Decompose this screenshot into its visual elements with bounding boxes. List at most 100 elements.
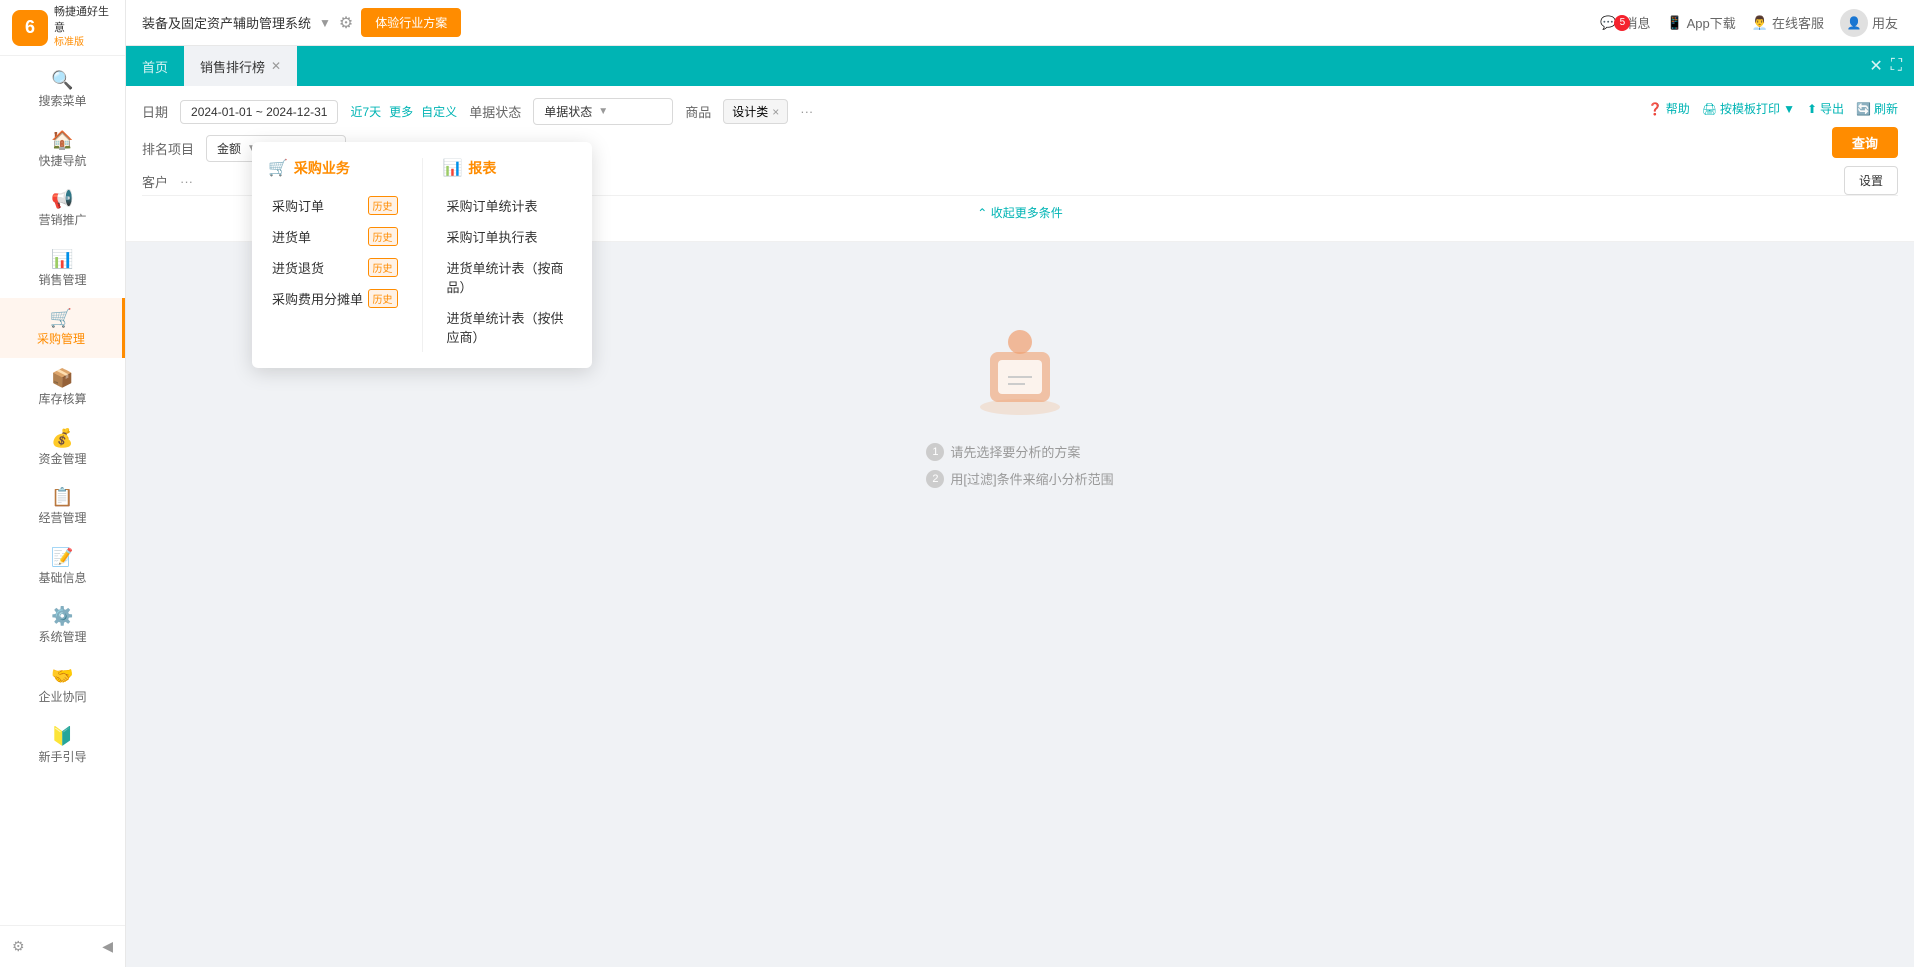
date-shortcut-custom[interactable]: 自定义: [421, 103, 457, 120]
basic-info-icon: 📝: [51, 547, 73, 568]
app-download-label: App下载: [1687, 13, 1736, 32]
export-icon: ⬆: [1807, 102, 1817, 116]
user-item[interactable]: 👤 用友: [1840, 9, 1898, 37]
sidebar: 6 畅捷通好生意 标准版 🔍 搜索菜单 🏠 快捷导航 📢 营销推广 📊: [0, 0, 126, 967]
sidebar-collapse-button[interactable]: ◀: [102, 938, 113, 955]
user-avatar: 👤: [1840, 9, 1868, 37]
date-shortcut-7days[interactable]: 近7天: [350, 103, 381, 120]
online-service-icon: 👨‍💼: [1752, 15, 1768, 31]
sidebar-item-finance[interactable]: 💰 资金管理: [0, 418, 125, 478]
collapse-label: 收起更多条件: [991, 206, 1063, 220]
tabbar-actions: ✕ ⛶: [1869, 56, 1914, 76]
history-badge-0: 历史: [368, 196, 398, 215]
online-service-item[interactable]: 👨‍💼 在线客服: [1752, 13, 1824, 32]
sidebar-settings-button[interactable]: ⚙: [12, 938, 25, 955]
sidebar-logo: 6 畅捷通好生意 标准版: [0, 0, 125, 56]
sidebar-item-basic-info[interactable]: 📝 基础信息: [0, 537, 125, 597]
dropdown-receipt-by-supplier[interactable]: 进货单统计表（按供应商）: [443, 302, 577, 352]
goods-tag-close[interactable]: ×: [772, 105, 779, 119]
logo-icon: 6: [12, 10, 48, 46]
filter-row-date: 日期 2024-01-01 ~ 2024-12-31 近7天 更多 自定义 单据…: [142, 98, 1636, 125]
topbar-title: 装备及固定资产辅助管理系统: [142, 13, 311, 32]
tab-sales-ranking-close[interactable]: ✕: [271, 59, 281, 73]
status-select-arrow: ▼: [598, 106, 608, 117]
home-icon: 🏠: [51, 130, 73, 151]
dropdown-divider: [422, 158, 423, 352]
tab-maximize-button[interactable]: ⛶: [1891, 57, 1902, 75]
status-label: 单据状态: [469, 102, 521, 121]
dropdown-purchase-order[interactable]: 采购订单 历史: [268, 190, 402, 221]
sidebar-item-operations[interactable]: 📋 经营管理: [0, 477, 125, 537]
goods-label: 商品: [685, 102, 711, 121]
status-select[interactable]: 单据状态 ▼: [533, 98, 673, 125]
customer-more-btn[interactable]: ···: [180, 174, 193, 189]
dropdown-purchase-title: 🛒 采购业务: [268, 158, 402, 178]
date-shortcut-more[interactable]: 更多: [389, 103, 413, 120]
dropdown-overlay: 🛒 采购业务 采购订单 历史 进货单 历史 进货退货: [252, 142, 592, 368]
help-button[interactable]: ❓ 帮助: [1648, 100, 1690, 117]
topbar-settings-icon[interactable]: ⚙: [339, 13, 353, 33]
dropdown-po-summary[interactable]: 采购订单统计表: [443, 190, 577, 221]
empty-hint-2: 2 用[过滤]条件来缩小分析范围: [926, 469, 1113, 488]
dropdown-po-execution[interactable]: 采购订单执行表: [443, 221, 577, 252]
export-button[interactable]: ⬆ 导出: [1807, 100, 1844, 117]
message-badge: 5: [1614, 15, 1630, 31]
sidebar-item-enterprise[interactable]: 🤝 企业协同: [0, 656, 125, 716]
empty-number-2: 2: [926, 470, 944, 488]
report-menu-icon: 📊: [443, 158, 463, 178]
logo-text: 畅捷通好生意 标准版: [54, 5, 113, 50]
customer-label: 客户: [142, 172, 168, 191]
goods-tag-value: 设计类: [732, 103, 768, 120]
dropdown-report-title: 📊 报表: [443, 158, 577, 178]
dropdown-purchase-col: 🛒 采购业务 采购订单 历史 进货单 历史 进货退货: [268, 158, 402, 352]
dropdown-menu: 🛒 采购业务 采购订单 历史 进货单 历史 进货退货: [252, 142, 592, 368]
sales-icon: 📊: [51, 249, 73, 270]
tab-close-all-button[interactable]: ✕: [1869, 56, 1882, 76]
sidebar-item-inventory[interactable]: 📦 库存核算: [0, 358, 125, 418]
goods-more-btn[interactable]: ···: [800, 104, 813, 119]
sidebar-item-marketing[interactable]: 📢 营销推广: [0, 179, 125, 239]
dropdown-receipt-by-goods[interactable]: 进货单统计表（按商品）: [443, 252, 577, 302]
refresh-icon: 🔄: [1856, 102, 1871, 116]
purchase-menu-icon: 🛒: [268, 158, 288, 178]
enterprise-icon: 🤝: [51, 666, 73, 687]
content-area: 日期 2024-01-01 ~ 2024-12-31 近7天 更多 自定义 单据…: [126, 86, 1914, 967]
date-range-input[interactable]: 2024-01-01 ~ 2024-12-31: [180, 100, 338, 124]
finance-icon: 💰: [51, 428, 73, 449]
sidebar-item-search[interactable]: 🔍 搜索菜单: [0, 60, 125, 120]
query-button[interactable]: 查询: [1832, 127, 1898, 158]
main-content: 装备及固定资产辅助管理系统 ▼ ⚙ 体验行业方案 💬 5 消息 📱 App下载: [126, 0, 1914, 967]
sidebar-item-quick-nav[interactable]: 🏠 快捷导航: [0, 120, 125, 180]
marketing-icon: 📢: [51, 189, 73, 210]
operations-icon: 📋: [51, 487, 73, 508]
help-icon: ❓: [1648, 102, 1663, 116]
print-button[interactable]: 🖨 按模板打印 ▼: [1702, 100, 1795, 117]
tab-home[interactable]: 首页: [126, 46, 184, 86]
app-download-item[interactable]: 📱 App下载: [1666, 13, 1735, 32]
date-shortcuts: 近7天 更多 自定义: [350, 103, 457, 120]
dropdown-goods-return[interactable]: 进货退货 历史: [268, 252, 402, 283]
date-range-value: 2024-01-01 ~ 2024-12-31: [191, 105, 327, 119]
sidebar-item-sales[interactable]: 📊 销售管理: [0, 239, 125, 299]
dropdown-goods-receipt[interactable]: 进货单 历史: [268, 221, 402, 252]
filter-settings-button[interactable]: 设置: [1844, 166, 1898, 195]
user-label: 用友: [1872, 13, 1898, 32]
empty-illustration: [960, 322, 1080, 422]
goods-tag: 设计类 ×: [723, 99, 788, 124]
sidebar-item-purchase[interactable]: 🛒 采购管理: [0, 298, 125, 358]
topbar: 装备及固定资产辅助管理系统 ▼ ⚙ 体验行业方案 💬 5 消息 📱 App下载: [126, 0, 1914, 46]
message-item[interactable]: 💬 5 消息: [1600, 13, 1650, 32]
inventory-icon: 📦: [51, 368, 73, 389]
topbar-dropdown-arrow[interactable]: ▼: [319, 16, 331, 30]
app-download-icon: 📱: [1666, 15, 1682, 31]
refresh-button[interactable]: 🔄 刷新: [1856, 100, 1898, 117]
online-service-label: 在线客服: [1772, 13, 1824, 32]
tab-sales-ranking[interactable]: 销售排行榜 ✕: [184, 46, 297, 86]
sidebar-item-system[interactable]: ⚙️ 系统管理: [0, 596, 125, 656]
status-select-value: 单据状态: [544, 103, 592, 120]
industry-btn[interactable]: 体验行业方案: [361, 8, 461, 37]
search-icon: 🔍: [51, 70, 73, 91]
sidebar-item-guide[interactable]: 🔰 新手引导: [0, 716, 125, 776]
dropdown-purchase-cost[interactable]: 采购费用分摊单 历史: [268, 283, 402, 314]
print-icon: 🖨: [1702, 102, 1717, 116]
